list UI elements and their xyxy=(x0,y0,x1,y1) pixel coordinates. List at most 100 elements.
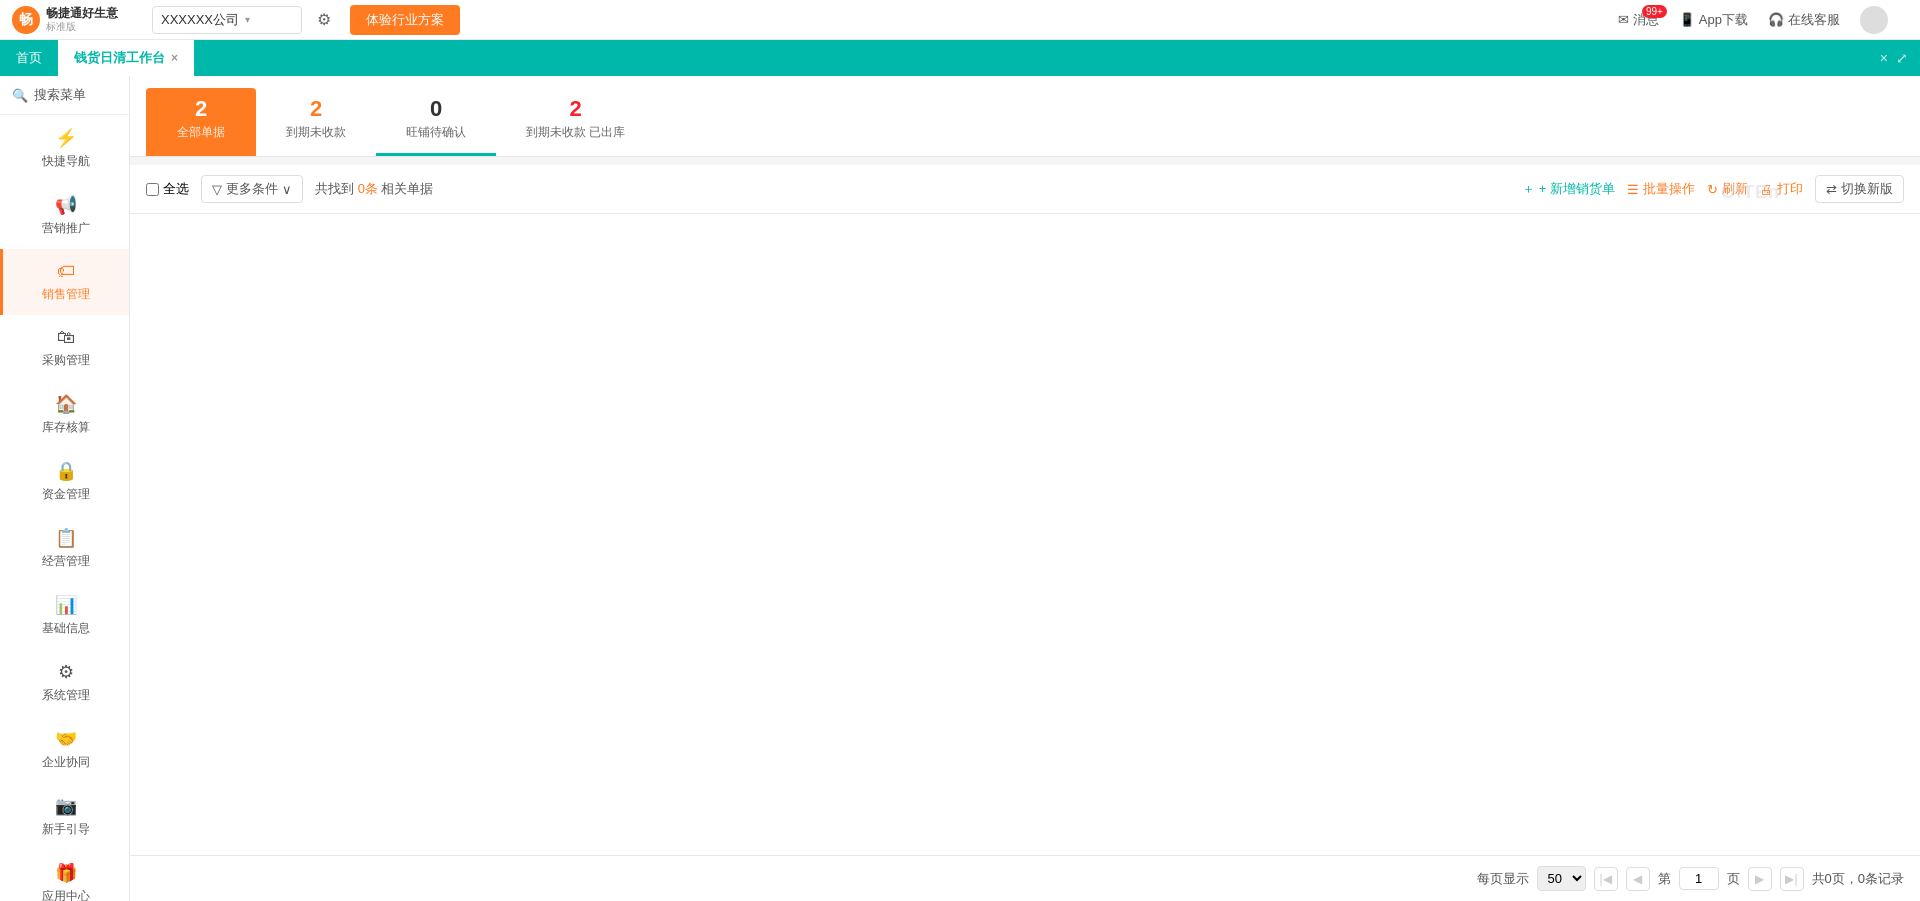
trial-button[interactable]: 体验行业方案 xyxy=(350,5,460,35)
sidebar-item-basic-info[interactable]: 📊 基础信息 xyxy=(0,582,129,649)
print-icon: 🖨 xyxy=(1760,182,1773,197)
table-area xyxy=(130,214,1920,855)
company-selector[interactable]: XXXXXX公司 ▾ xyxy=(152,6,302,34)
app-download-icon: 📱 xyxy=(1679,12,1695,27)
sidebar-item-sales[interactable]: 🏷 销售管理 xyxy=(0,249,129,315)
tab-home-label: 首页 xyxy=(16,49,42,67)
stats-tab-pending-label: 旺铺待确认 xyxy=(406,124,466,141)
sidebar-item-inventory[interactable]: 🏠 库存核算 xyxy=(0,381,129,448)
switch-label: 切换新版 xyxy=(1841,180,1893,198)
add-label: + 新增销货单 xyxy=(1539,180,1615,198)
filter-chevron-icon: ∨ xyxy=(282,182,292,197)
sidebar-item-label: 库存核算 xyxy=(42,419,90,436)
found-text: 共找到 0条 相关单据 xyxy=(315,180,433,198)
search-icon: 🔍 xyxy=(12,88,28,103)
stats-tab-overdue[interactable]: 2 到期未收款 xyxy=(256,88,376,156)
filter-icon: ▽ xyxy=(212,182,222,197)
sidebar-item-enterprise[interactable]: 🤝 企业协同 xyxy=(0,716,129,783)
current-page-input[interactable] xyxy=(1679,867,1719,890)
sidebar-item-marketing[interactable]: 📢 营销推广 xyxy=(0,182,129,249)
stats-tab-all[interactable]: 2 全部单据 xyxy=(146,88,256,156)
sidebar-item-operations[interactable]: 📋 经营管理 xyxy=(0,515,129,582)
system-icon: ⚙ xyxy=(58,661,74,683)
stats-tabs: 2 全部单据 2 到期未收款 0 旺铺待确认 2 到期未收款 已出库 xyxy=(130,76,1920,157)
inventory-icon: 🏠 xyxy=(55,393,77,415)
first-page-button[interactable]: |◀ xyxy=(1594,867,1618,891)
per-page-select[interactable]: 50 xyxy=(1537,866,1586,891)
last-page-button[interactable]: ▶| xyxy=(1780,867,1804,891)
online-service-icon: 🎧 xyxy=(1768,12,1784,27)
tab-workbench-label: 钱货日清工作台 xyxy=(74,49,165,67)
avatar[interactable] xyxy=(1860,6,1888,34)
gear-button[interactable]: ⚙ xyxy=(310,6,338,34)
stats-tab-pending[interactable]: 0 旺铺待确认 xyxy=(376,88,496,156)
online-service-button[interactable]: 🎧 在线客服 xyxy=(1768,11,1840,29)
refresh-button[interactable]: ↻ 刷新 xyxy=(1707,180,1748,198)
print-label: 打印 xyxy=(1777,180,1803,198)
stats-tab-shipped-count: 2 xyxy=(570,96,582,122)
toolbar-right: ＋ + 新增销货单 ☰ 批量操作 ↻ 刷新 🖨 打印 ⇄ 切换新版 xyxy=(1522,175,1904,203)
sidebar-item-purchase[interactable]: 🛍 采购管理 xyxy=(0,315,129,381)
switch-icon: ⇄ xyxy=(1826,182,1837,197)
sidebar-item-label: 系统管理 xyxy=(42,687,90,704)
stats-tab-shipped[interactable]: 2 到期未收款 已出库 xyxy=(496,88,655,156)
switch-new-version-button[interactable]: ⇄ 切换新版 xyxy=(1815,175,1904,203)
stats-tab-all-label: 全部单据 xyxy=(177,124,225,141)
sales-icon: 🏷 xyxy=(57,261,75,282)
select-all-checkbox[interactable]: 全选 xyxy=(146,180,189,198)
tab-close-window-icon[interactable]: × xyxy=(1880,50,1888,66)
sidebar-item-finance[interactable]: 🔒 资金管理 xyxy=(0,448,129,515)
sidebar-item-label: 资金管理 xyxy=(42,486,90,503)
message-icon: ✉ xyxy=(1618,12,1629,27)
logo-sub-text: 标准版 xyxy=(46,21,118,33)
tab-workbench[interactable]: 钱货日清工作台 × xyxy=(58,40,194,76)
enterprise-icon: 🤝 xyxy=(55,728,77,750)
tab-home[interactable]: 首页 xyxy=(0,40,58,76)
print-button[interactable]: 🖨 打印 xyxy=(1760,180,1803,198)
marketing-icon: 📢 xyxy=(55,194,77,216)
sidebar-search[interactable]: 🔍 搜索菜单 xyxy=(0,76,129,115)
sidebar-item-label: 快捷导航 xyxy=(42,153,90,170)
found-suffix: 相关单据 xyxy=(381,181,433,196)
next-page-button[interactable]: ▶ xyxy=(1748,867,1772,891)
sidebar-item-label: 基础信息 xyxy=(42,620,90,637)
app-center-icon: 🎁 xyxy=(55,862,77,884)
sidebar-search-label: 搜索菜单 xyxy=(34,86,86,104)
message-button[interactable]: ✉ 消息 99+ xyxy=(1618,11,1659,29)
tab-bar-actions: × ⤢ xyxy=(1880,50,1920,66)
tab-close-icon[interactable]: × xyxy=(171,51,178,65)
stats-tab-overdue-label: 到期未收款 xyxy=(286,124,346,141)
app-download-label: App下载 xyxy=(1699,11,1748,29)
prev-page-button[interactable]: ◀ xyxy=(1626,867,1650,891)
refresh-icon: ↻ xyxy=(1707,182,1718,197)
purchase-icon: 🛍 xyxy=(57,327,75,348)
batch-operations-button[interactable]: ☰ 批量操作 xyxy=(1627,180,1695,198)
stats-tab-pending-count: 0 xyxy=(430,96,442,122)
sidebar-item-app-center[interactable]: 🎁 应用中心 xyxy=(0,850,129,901)
filter-button[interactable]: ▽ 更多条件 ∨ xyxy=(201,175,303,203)
select-all-input[interactable] xyxy=(146,183,159,196)
tab-bar: 首页 钱货日清工作台 × × ⤢ xyxy=(0,40,1920,76)
refresh-label: 刷新 xyxy=(1722,180,1748,198)
sidebar-item-system[interactable]: ⚙ 系统管理 xyxy=(0,649,129,716)
tab-restore-icon[interactable]: ⤢ xyxy=(1896,50,1908,66)
sidebar-item-label: 销售管理 xyxy=(42,286,90,303)
batch-icon: ☰ xyxy=(1627,182,1639,197)
per-page-label: 每页显示 xyxy=(1477,870,1529,888)
page-of-label: 页 xyxy=(1727,870,1740,888)
sidebar-item-guide[interactable]: 📷 新手引导 xyxy=(0,783,129,850)
header-right: ✉ 消息 99+ 📱 App下载 🎧 在线客服 xyxy=(1618,6,1908,34)
operations-icon: 📋 xyxy=(55,527,77,549)
sidebar-item-label: 企业协同 xyxy=(42,754,90,771)
add-icon: ＋ xyxy=(1522,180,1535,198)
batch-label: 批量操作 xyxy=(1643,180,1695,198)
finance-icon: 🔒 xyxy=(55,460,77,482)
add-sale-order-button[interactable]: ＋ + 新增销货单 xyxy=(1522,180,1615,198)
guide-icon: 📷 xyxy=(55,795,77,817)
app-download-button[interactable]: 📱 App下载 xyxy=(1679,11,1748,29)
sidebar-item-label: 营销推广 xyxy=(42,220,90,237)
logo-main-text: 畅捷通好生意 xyxy=(46,6,118,20)
sidebar-item-quick-nav[interactable]: ⚡ 快捷导航 xyxy=(0,115,129,182)
message-badge: 99+ xyxy=(1642,5,1667,18)
top-header: 畅 畅捷通好生意 标准版 XXXXXX公司 ▾ ⚙ 体验行业方案 ✉ 消息 99… xyxy=(0,0,1920,40)
